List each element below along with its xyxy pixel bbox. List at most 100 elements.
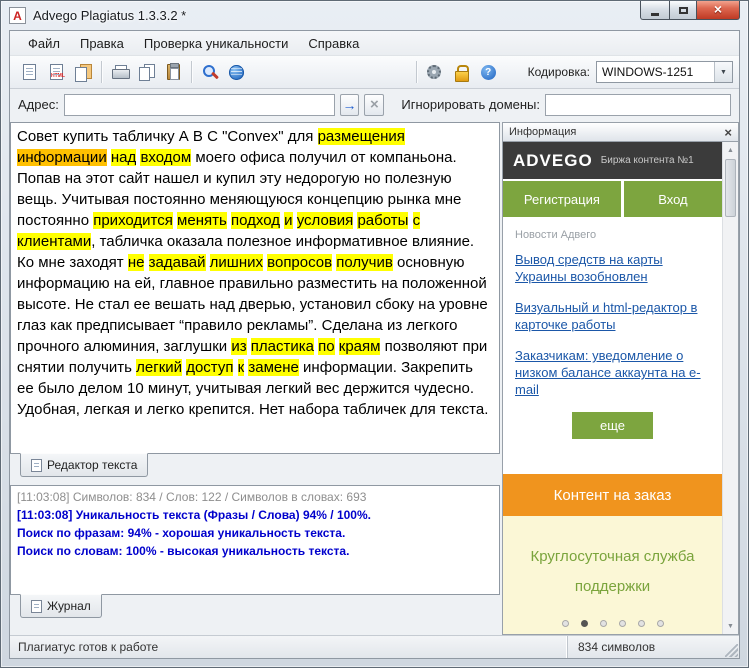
ignore-domains-label: Игнорировать домены:: [401, 97, 540, 112]
titlebar[interactable]: A Advego Plagiatus 1.3.3.2 *: [1, 1, 748, 30]
log-line: Поиск по словам: 100% - высокая уникальн…: [17, 544, 350, 558]
advego-tagline: Биржа контента №1: [600, 155, 694, 166]
scroll-down-icon[interactable]: [723, 618, 738, 634]
scroll-up-icon[interactable]: [723, 142, 738, 158]
globe-icon: [229, 64, 244, 80]
window-controls: [640, 1, 740, 20]
tab-journal[interactable]: Журнал: [20, 594, 102, 618]
paste-as-document-button[interactable]: [70, 59, 97, 85]
journal-icon: [31, 599, 42, 613]
tab-text-editor[interactable]: Редактор текста: [20, 453, 149, 477]
html-document-icon: [50, 64, 63, 80]
web-check-button[interactable]: [223, 59, 250, 85]
advego-logo: ADVEGO: [513, 150, 593, 170]
help-button[interactable]: [475, 59, 502, 85]
menu-edit[interactable]: Правка: [70, 33, 134, 54]
menu-file[interactable]: Файл: [18, 33, 70, 54]
scrollbar-thumb[interactable]: [725, 159, 736, 217]
status-message: Плагиатус готов к работе: [18, 640, 159, 654]
paste-button[interactable]: [160, 59, 187, 85]
statusbar: Плагиатус готов к работе 834 символов: [10, 635, 739, 658]
carousel-dot[interactable]: [656, 620, 664, 627]
copy-icon: [138, 64, 155, 81]
carousel-dot[interactable]: [561, 620, 569, 627]
chevron-down-icon[interactable]: [714, 62, 732, 82]
gear-icon: [427, 65, 442, 79]
check-uniqueness-icon: [202, 64, 218, 80]
log-line: [11:03:08] Символов: 834 / Слов: 122 / С…: [17, 490, 367, 504]
carousel-dot[interactable]: [618, 620, 626, 627]
open-html-button[interactable]: [43, 59, 70, 85]
maximize-icon: [678, 6, 688, 14]
lock-icon: [454, 64, 470, 82]
go-button[interactable]: [339, 93, 360, 116]
new-document-button[interactable]: [16, 59, 43, 85]
log-line: Поиск по фразам: 94% - хорошая уникально…: [17, 526, 346, 540]
captcha-button[interactable]: [448, 59, 475, 85]
carousel-dot[interactable]: [580, 620, 588, 627]
login-button[interactable]: Вход: [623, 181, 722, 217]
log-output: [11:03:08] Символов: 834 / Слов: 122 / С…: [10, 485, 500, 595]
log-line: [11:03:08] Уникальность текста (Фразы / …: [17, 508, 371, 522]
info-panel-content: ADVEGO Биржа контента №1 Регистрация Вхо…: [503, 142, 722, 634]
support-line: Круглосуточная служба: [530, 548, 695, 565]
menu-check-uniqueness[interactable]: Проверка уникальности: [134, 33, 298, 54]
app-icon-letter: A: [13, 8, 22, 23]
editor-text[interactable]: Совет купить табличку А В С "Convex" для…: [10, 122, 500, 454]
news-link[interactable]: Заказчикам: уведомление о низком балансе…: [515, 347, 710, 398]
address-label: Адрес:: [18, 97, 59, 112]
help-icon: [480, 64, 496, 80]
toolbar-separator: [415, 61, 417, 83]
news-section-title: Новости Адвего: [515, 229, 597, 241]
settings-button[interactable]: [421, 59, 448, 85]
app-icon: A: [9, 7, 26, 24]
info-panel-title: Информация: [509, 126, 577, 138]
close-panel-icon[interactable]: [724, 125, 732, 140]
address-input[interactable]: [63, 93, 335, 116]
encoding-select[interactable]: WINDOWS-1251: [596, 61, 733, 83]
log-tab-row: Журнал: [10, 594, 500, 620]
info-panel: Информация ADVEGO Биржа контента №1 Реги…: [502, 120, 739, 635]
info-panel-header: Информация: [502, 122, 739, 142]
register-button[interactable]: Регистрация: [503, 181, 621, 217]
info-panel-body: ADVEGO Биржа контента №1 Регистрация Вхо…: [502, 142, 739, 635]
toolbar-separator: [191, 61, 192, 83]
paste-icon: [167, 63, 180, 80]
carousel-dot[interactable]: [637, 620, 645, 627]
address-row: Адрес: Игнорировать домены:: [10, 89, 739, 120]
main-area: Совет купить табличку А В С "Convex" для…: [10, 120, 739, 635]
content-order-banner[interactable]: Контент на заказ: [503, 474, 722, 516]
app-window: A Advego Plagiatus 1.3.3.2 * Файл Правка…: [0, 0, 749, 668]
menubar: Файл Правка Проверка уникальности Справк…: [10, 31, 739, 56]
close-window-button[interactable]: [696, 1, 740, 20]
toolbar-separator: [101, 61, 102, 83]
toolbar-right-cluster: Кодировка: WINDOWS-1251: [412, 59, 733, 85]
copy-button[interactable]: [133, 59, 160, 85]
panel-nav: Регистрация Вход: [503, 181, 722, 217]
editor-tab-row: Редактор текста: [10, 453, 500, 479]
more-news-button[interactable]: еще: [571, 412, 653, 439]
support-banner[interactable]: Круглосуточная служба поддержки: [503, 516, 722, 634]
advego-banner[interactable]: ADVEGO Биржа контента №1: [503, 142, 722, 179]
minimize-button[interactable]: [640, 1, 670, 20]
resize-grip[interactable]: [725, 644, 738, 657]
clear-button[interactable]: [364, 93, 385, 116]
encoding-label: Кодировка:: [527, 65, 590, 79]
encoding-value: WINDOWS-1251: [602, 65, 694, 79]
tab-journal-label: Журнал: [47, 599, 91, 613]
carousel-dot[interactable]: [599, 620, 607, 627]
check-uniqueness-button[interactable]: [196, 59, 223, 85]
print-icon: [111, 64, 130, 80]
maximize-button[interactable]: [669, 1, 697, 20]
toolbar: Кодировка: WINDOWS-1251: [10, 56, 739, 89]
tab-text-editor-label: Редактор текста: [47, 458, 138, 472]
new-document-icon: [23, 64, 36, 80]
news-link[interactable]: Визуальный и html-редактор в карточке ра…: [515, 299, 710, 333]
minimize-icon: [651, 12, 659, 16]
news-link[interactable]: Вывод средств на карты Украины возобновл…: [515, 251, 710, 285]
ignore-domains-input[interactable]: [545, 93, 731, 116]
carousel-dots: [503, 620, 722, 627]
menu-help[interactable]: Справка: [298, 33, 369, 54]
print-button[interactable]: [106, 59, 133, 85]
info-panel-scrollbar[interactable]: [722, 142, 738, 634]
